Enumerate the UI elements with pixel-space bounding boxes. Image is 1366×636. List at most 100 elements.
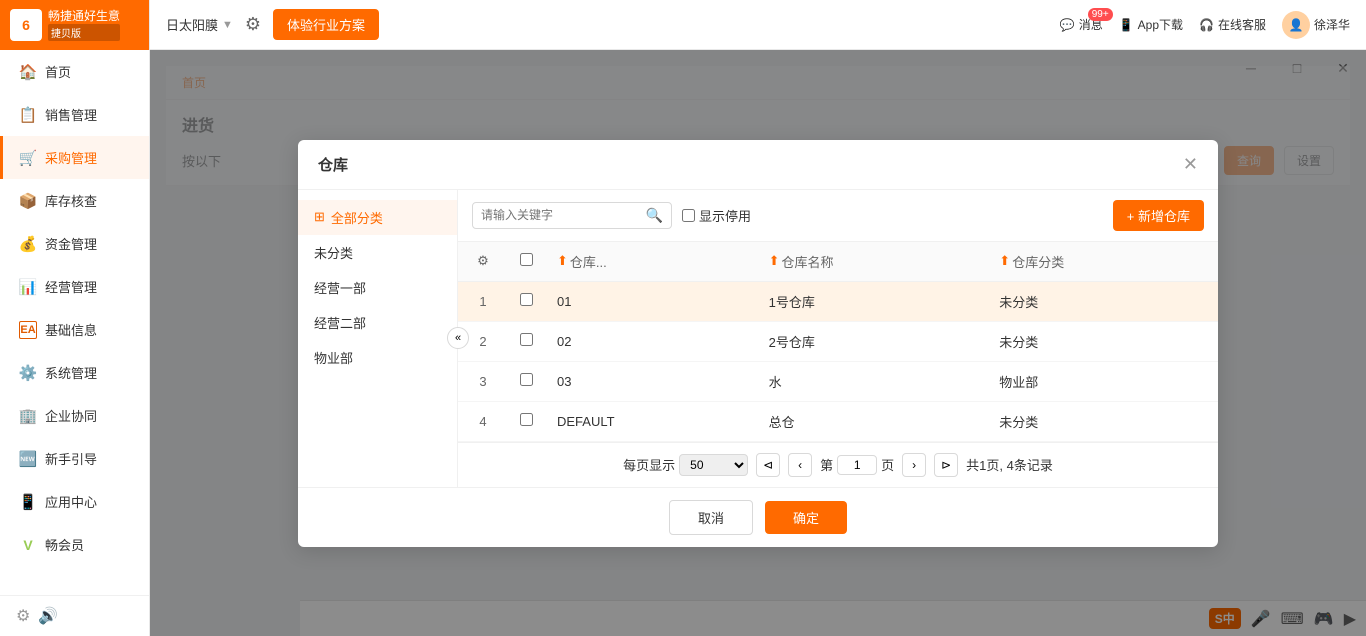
sidebar-item-label: 资金管理 xyxy=(45,234,97,253)
page-prev-button[interactable]: ‹ xyxy=(788,453,812,477)
category-biz2[interactable]: 经营二部 xyxy=(298,305,457,340)
dialog-close-button[interactable]: ✕ xyxy=(1183,154,1198,175)
table-row[interactable]: 2 02 2号仓库 未分类 xyxy=(458,321,1218,361)
sidebar-item-member[interactable]: V 畅会员 xyxy=(0,523,149,566)
sidebar-item-purchase[interactable]: 🛒 采购管理 xyxy=(0,136,149,179)
col-code[interactable]: ⬆ 仓库... xyxy=(545,242,757,282)
table-area: 🔍 显示停用 + 新增仓库 xyxy=(458,190,1218,487)
apps-icon: 📱 xyxy=(19,493,37,511)
grid-icon: ⊞ xyxy=(314,209,325,225)
confirm-button[interactable]: 确定 xyxy=(765,501,847,534)
page-next-button[interactable]: › xyxy=(902,453,926,477)
sidebar-item-basic[interactable]: EA 基础信息 xyxy=(0,308,149,351)
category-all-label: 全部分类 xyxy=(331,208,383,227)
sidebar-item-guide[interactable]: 🆕 新手引导 xyxy=(0,437,149,480)
row-category: 未分类 xyxy=(987,281,1218,321)
settings-bottom-icon[interactable]: ⚙ xyxy=(16,606,30,626)
show-disabled-option[interactable]: 显示停用 xyxy=(682,206,751,225)
col-category[interactable]: ⬆ 仓库分类 xyxy=(987,242,1218,282)
total-info: 共1页, 4条记录 xyxy=(966,455,1053,474)
app-logo: 6 畅捷通好生意 捷贝版 xyxy=(0,0,149,50)
sales-icon: 📋 xyxy=(19,106,37,124)
store-arrow-icon: ▼ xyxy=(222,19,233,31)
show-disabled-checkbox[interactable] xyxy=(682,209,695,222)
sidebar-item-label: 库存核查 xyxy=(45,191,97,210)
search-box: 🔍 xyxy=(472,202,672,229)
table-row[interactable]: 4 DEFAULT 总仓 未分类 xyxy=(458,401,1218,441)
category-all[interactable]: ⊞ 全部分类 xyxy=(298,200,457,235)
user-menu[interactable]: 👤 徐泽华 xyxy=(1282,11,1350,39)
sidebar-item-business[interactable]: 📊 经营管理 xyxy=(0,265,149,308)
page-size-label: 每页显示 xyxy=(623,455,675,474)
dialog-body: ⊞ 全部分类 未分类 经营一部 经营二部 物业部 xyxy=(298,190,1218,487)
avatar-icon: 👤 xyxy=(1289,18,1304,32)
sidebar-item-enterprise[interactable]: 🏢 企业协同 xyxy=(0,394,149,437)
app-download-button[interactable]: 📱 App下载 xyxy=(1119,16,1183,33)
row-check[interactable] xyxy=(508,281,545,321)
page-first-button[interactable]: ⊲ xyxy=(756,453,780,477)
sidebar-item-inventory[interactable]: 📦 库存核查 xyxy=(0,179,149,222)
notify-button[interactable]: 💬 消息 99+ xyxy=(1060,16,1103,33)
col-name[interactable]: ⬆ 仓库名称 xyxy=(757,242,988,282)
sidebar-item-apps[interactable]: 📱 应用中心 xyxy=(0,480,149,523)
content-area: ─ □ ✕ 首页 进货 按以下 🖨 打印 ↗ xyxy=(150,50,1366,636)
dialog-overlay: 仓库 ✕ ⊞ 全部分类 未分类 经营一 xyxy=(150,50,1366,636)
select-all-checkbox[interactable] xyxy=(520,253,533,266)
sidebar-item-system[interactable]: ⚙️ 系统管理 xyxy=(0,351,149,394)
service-button[interactable]: 🎧 在线客服 xyxy=(1199,16,1266,33)
topbar-settings-icon[interactable]: ⚙ xyxy=(245,14,261,35)
row-name: 2号仓库 xyxy=(757,321,988,361)
store-name: 日太阳膜 xyxy=(166,15,218,34)
member-icon: V xyxy=(19,536,37,554)
sidebar-bottom: ⚙ 🔊 xyxy=(0,595,149,636)
page-number-input[interactable] xyxy=(837,455,877,475)
category-none-label: 未分类 xyxy=(314,243,353,262)
row-num: 1 xyxy=(458,281,508,321)
page-last-button[interactable]: ⊳ xyxy=(934,453,958,477)
row-check[interactable] xyxy=(508,321,545,361)
add-warehouse-button[interactable]: + 新增仓库 xyxy=(1113,200,1204,231)
row-name: 1号仓库 xyxy=(757,281,988,321)
user-name: 徐泽华 xyxy=(1314,16,1350,33)
table-row[interactable]: 1 01 1号仓库 未分类 xyxy=(458,281,1218,321)
dialog-footer: 取消 确定 xyxy=(298,487,1218,547)
business-icon: 📊 xyxy=(19,278,37,296)
sidebar-item-home[interactable]: 🏠 首页 xyxy=(0,50,149,93)
row-num: 4 xyxy=(458,401,508,441)
phone-icon: 📱 xyxy=(1119,18,1134,32)
category-collapse-button[interactable]: « xyxy=(447,327,469,349)
table-header-row: ⚙ ⬆ 仓库... xyxy=(458,242,1218,282)
sound-icon[interactable]: 🔊 xyxy=(38,606,58,626)
search-input[interactable] xyxy=(481,208,640,222)
avatar: 👤 xyxy=(1282,11,1310,39)
category-property-label: 物业部 xyxy=(314,348,353,367)
col-check xyxy=(508,242,545,282)
settings-col-icon[interactable]: ⚙ xyxy=(477,253,489,268)
row-num: 3 xyxy=(458,361,508,401)
topbar: 日太阳膜 ▼ ⚙ 体验行业方案 💬 消息 99+ 📱 App下载 🎧 在线客服 … xyxy=(150,0,1366,50)
category-none[interactable]: 未分类 xyxy=(298,235,457,270)
sidebar-item-finance[interactable]: 💰 资金管理 xyxy=(0,222,149,265)
warehouse-dialog: 仓库 ✕ ⊞ 全部分类 未分类 经营一 xyxy=(298,140,1218,547)
sidebar-item-sales[interactable]: 📋 销售管理 xyxy=(0,93,149,136)
pagination: 每页显示 10 20 50 100 ⊲ ‹ xyxy=(458,442,1218,487)
trial-button[interactable]: 体验行业方案 xyxy=(273,9,379,40)
category-property[interactable]: 物业部 xyxy=(298,340,457,375)
sidebar-item-label: 新手引导 xyxy=(45,449,97,468)
dialog-title: 仓库 xyxy=(318,154,348,175)
sort-category-icon: ⬆ xyxy=(999,253,1010,269)
row-code: 03 xyxy=(545,361,757,401)
store-selector[interactable]: 日太阳膜 ▼ xyxy=(166,15,233,34)
row-check[interactable] xyxy=(508,401,545,441)
finance-icon: 💰 xyxy=(19,235,37,253)
category-biz1[interactable]: 经营一部 xyxy=(298,270,457,305)
page-size-dropdown[interactable]: 10 20 50 100 xyxy=(679,454,748,476)
logo-badge: 捷贝版 xyxy=(48,24,120,41)
enterprise-icon: 🏢 xyxy=(19,407,37,425)
search-icon[interactable]: 🔍 xyxy=(646,207,663,224)
table-row[interactable]: 3 03 水 物业部 xyxy=(458,361,1218,401)
row-check[interactable] xyxy=(508,361,545,401)
row-code: 01 xyxy=(545,281,757,321)
page-label: 第 xyxy=(820,455,833,474)
cancel-button[interactable]: 取消 xyxy=(669,500,753,535)
